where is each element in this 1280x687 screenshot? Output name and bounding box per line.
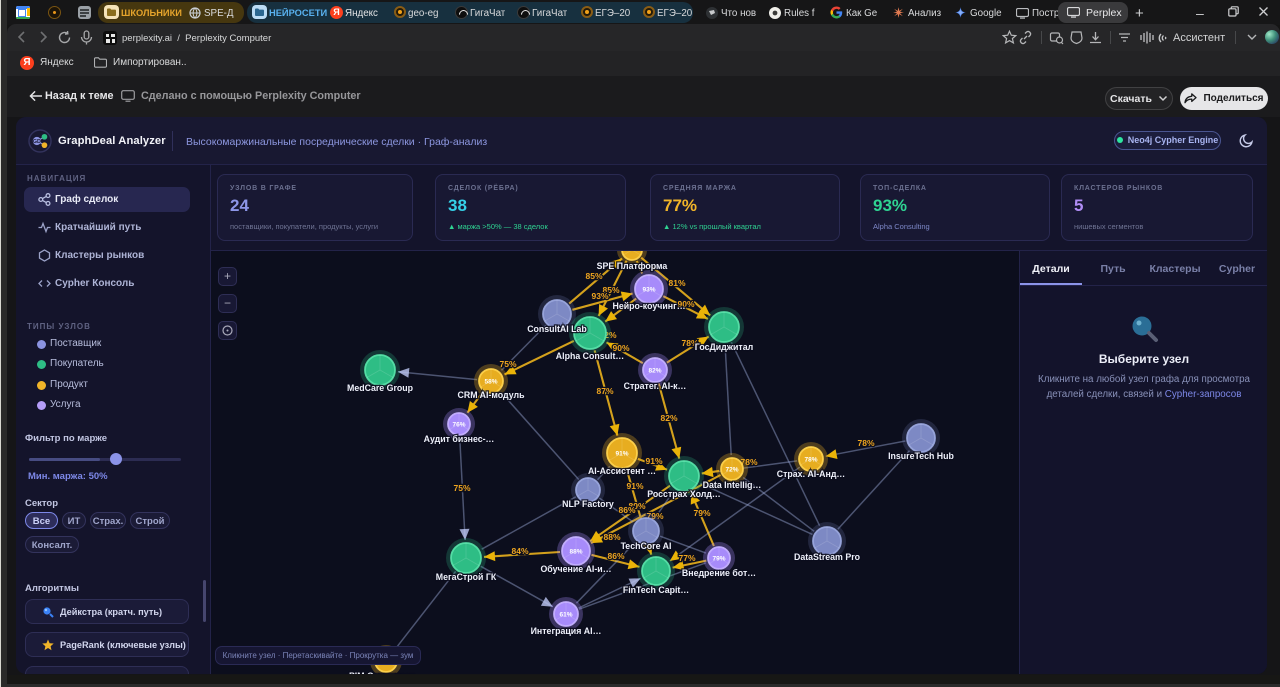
svg-text:Внедрение бот…: Внедрение бот… (682, 568, 756, 578)
svg-text:82%: 82% (660, 413, 677, 423)
svg-text:76%: 76% (452, 422, 465, 429)
svg-text:DataStream Pro: DataStream Pro (794, 552, 861, 562)
svg-text:PIM Оптимизат…: PIM Оптимизат… (349, 671, 423, 674)
svg-text:InsureTech Hub: InsureTech Hub (888, 451, 954, 461)
svg-text:FinTech Capit…: FinTech Capit… (623, 585, 689, 595)
svg-text:72%: 72% (725, 467, 738, 474)
svg-text:81%: 81% (668, 278, 685, 288)
svg-text:Нейро-коучинг…: Нейро-коучинг… (612, 301, 685, 311)
svg-text:86%: 86% (618, 505, 635, 515)
svg-text:CRM AI-модуль: CRM AI-модуль (458, 390, 526, 400)
svg-text:TechCore AI: TechCore AI (621, 541, 672, 551)
svg-text:Стратег. AI-к…: Стратег. AI-к… (624, 381, 687, 391)
svg-text:93%: 93% (591, 291, 608, 301)
svg-text:MedCare Group: MedCare Group (347, 383, 414, 393)
svg-text:Data Intellig…: Data Intellig… (703, 480, 762, 490)
svg-text:GD: GD (33, 139, 41, 145)
svg-text:Обучение AI-и…: Обучение AI-и… (540, 564, 611, 574)
svg-text:Росстрах Холд…: Росстрах Холд… (647, 489, 720, 499)
svg-text:82%: 82% (648, 368, 661, 375)
svg-text:75%: 75% (499, 359, 516, 369)
svg-text:Alpha Consult…: Alpha Consult… (556, 351, 624, 361)
svg-text:SPE Платформа: SPE Платформа (597, 261, 668, 271)
svg-text:88%: 88% (569, 549, 582, 556)
svg-text:Интеграция AI…: Интеграция AI… (531, 626, 602, 636)
svg-text:85%: 85% (585, 271, 602, 281)
svg-text:NLP Factory: NLP Factory (562, 499, 614, 509)
svg-text:88%: 88% (603, 532, 620, 542)
svg-text:Страх. AI-Анд…: Страх. AI-Анд… (777, 469, 845, 479)
svg-text:75%: 75% (453, 483, 470, 493)
svg-text:78%: 78% (857, 438, 874, 448)
svg-text:91%: 91% (615, 451, 628, 458)
svg-text:Аудит бизнес-…: Аудит бизнес-… (424, 434, 495, 444)
svg-text:58%: 58% (484, 379, 497, 386)
svg-text:AI-Ассистент …: AI-Ассистент … (588, 466, 656, 476)
svg-text:79%: 79% (693, 508, 710, 518)
svg-text:86%: 86% (607, 551, 624, 561)
svg-text:78%: 78% (804, 457, 817, 464)
svg-text:79%: 79% (712, 556, 725, 563)
svg-text:91%: 91% (645, 456, 662, 466)
svg-text:93%: 93% (642, 287, 655, 294)
svg-text:ГосДиджитал: ГосДиджитал (695, 342, 753, 352)
svg-text:77%: 77% (678, 553, 695, 563)
svg-text:61%: 61% (559, 612, 572, 619)
svg-text:84%: 84% (511, 546, 528, 556)
svg-text:ConsultAI Lab: ConsultAI Lab (527, 324, 587, 334)
svg-text:МегаСтрой ГК: МегаСтрой ГК (436, 572, 497, 582)
svg-text:87%: 87% (596, 386, 613, 396)
svg-text:91%: 91% (626, 481, 643, 491)
